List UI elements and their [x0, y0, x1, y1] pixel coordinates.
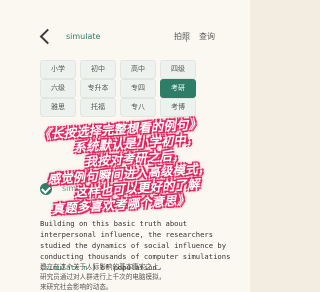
level-chip[interactable]: 专八	[120, 98, 156, 117]
level-chip[interactable]: 四级	[160, 60, 196, 79]
level-chip[interactable]: 专升本	[80, 79, 116, 98]
example-translation: 建立在这个关于人际影响的基本事实之上， 研究员通过对人群进行上千次的电脑模拟， …	[40, 262, 245, 292]
level-chip[interactable]: 雅思	[40, 98, 76, 117]
search-input[interactable]: simulate	[66, 28, 166, 46]
bar-divider	[186, 32, 187, 42]
level-chip[interactable]: 小学	[40, 60, 76, 79]
translation-line: 来研究社会影响的动态。	[40, 283, 113, 291]
level-chip[interactable]: 考博	[160, 98, 196, 117]
level-chip[interactable]: 初中	[80, 60, 116, 79]
annotation-overlay: 《长按选择完整想看的例句》 系统默认是小学初中， 我按对考研之后， 感觉例句瞬间…	[30, 113, 256, 218]
translation-line: 研究员通过对人群进行上千次的电脑模拟，	[40, 273, 166, 281]
back-arrow-icon[interactable]	[39, 28, 56, 45]
top-bar: simulate 拍照 查询	[0, 22, 250, 52]
level-chip-active[interactable]: 考研	[160, 79, 196, 98]
level-chip[interactable]: 六级	[40, 79, 76, 98]
level-chip[interactable]: 托福	[80, 98, 116, 117]
level-chip[interactable]: 高中	[120, 60, 156, 79]
translation-line: 建立在这个关于人际影响的基本事实之上，	[40, 263, 166, 271]
photo-button[interactable]: 拍照	[174, 31, 190, 43]
app-screen: simulate 拍照 查询 小学 初中 高中 四级 六级 专升本 专四 考研 …	[0, 0, 250, 292]
level-chip[interactable]: 专四	[120, 79, 156, 98]
query-button[interactable]: 查询	[199, 31, 215, 43]
